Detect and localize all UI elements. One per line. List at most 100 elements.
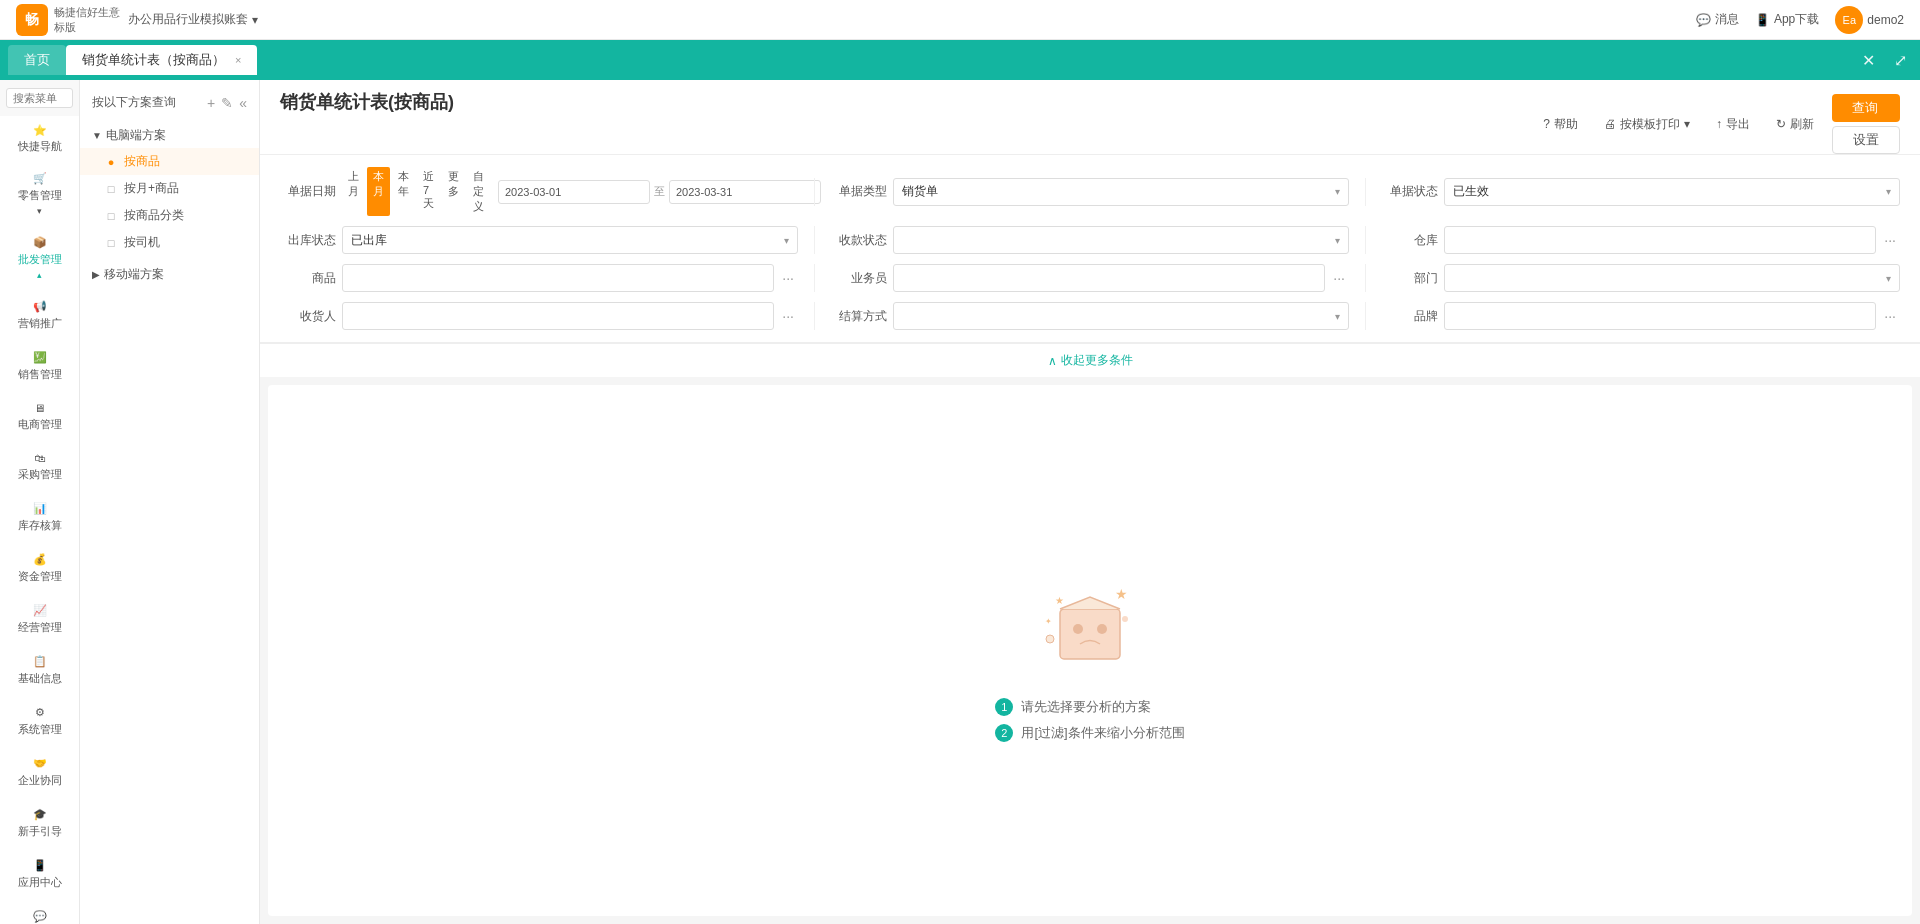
sidebar-item-marketing[interactable]: 📢 营销推广 xyxy=(0,290,79,341)
tab-actions: ✕ ⤢ xyxy=(1856,48,1912,72)
sidebar-item-wholesale[interactable]: 📦 批发管理 ▴ xyxy=(0,226,79,290)
scheme-item-by-month-goods[interactable]: □ 按月+商品 xyxy=(80,175,259,202)
sidebar-item-finance[interactable]: 💰 资金管理 xyxy=(0,543,79,594)
settlement-select[interactable]: ▾ xyxy=(893,302,1349,330)
date-from-input[interactable] xyxy=(498,180,650,204)
filter-divider xyxy=(814,226,815,254)
app-download-button[interactable]: 📱 App下载 xyxy=(1755,11,1819,28)
expand-arrow-icon: ▼ xyxy=(92,130,102,141)
brand-more-button[interactable]: ··· xyxy=(1880,308,1900,324)
scheme-icon: □ xyxy=(104,209,118,223)
download-icon: 📱 xyxy=(1755,13,1770,27)
date-tab-prev-month[interactable]: 上月 xyxy=(342,167,365,216)
active-scheme-icon: ● xyxy=(104,155,118,169)
receiver-filter-value: ··· xyxy=(342,302,798,330)
sidebar-item-enterprise-wechat[interactable]: 💬 企业微信 xyxy=(0,900,79,924)
tab-home[interactable]: 首页 xyxy=(8,45,66,75)
messages-button[interactable]: 💬 消息 xyxy=(1696,11,1739,28)
warehouse-filter-value: ··· xyxy=(1444,226,1900,254)
brand-input[interactable] xyxy=(1444,302,1876,330)
svg-rect-0 xyxy=(1060,609,1120,659)
sidebar-item-quick-nav[interactable]: ⭐ 快捷导航 xyxy=(0,116,79,162)
export-button[interactable]: ↑ 导出 xyxy=(1708,112,1758,137)
date-tab-current-year[interactable]: 本年 xyxy=(392,167,415,216)
filter-row-2: 出库状态 已出库 ▾ 收款状态 ▾ 仓库 xyxy=(280,226,1900,254)
collapse-panel-button[interactable]: « xyxy=(239,95,247,111)
topbar-right: 💬 消息 📱 App下载 Ea demo2 xyxy=(1696,6,1904,34)
payment-status-select[interactable]: ▾ xyxy=(893,226,1349,254)
goods-input[interactable] xyxy=(342,264,774,292)
sidebar-item-apps[interactable]: 📱 应用中心 xyxy=(0,849,79,900)
chevron-down-icon: ▾ xyxy=(37,206,42,216)
sidebar-item-operations[interactable]: 📈 经营管理 xyxy=(0,594,79,645)
workspace-selector[interactable]: 办公用品行业模拟账套 ▾ xyxy=(128,11,258,28)
doc-type-select[interactable]: 销货单 ▾ xyxy=(893,178,1349,206)
salesperson-more-button[interactable]: ··· xyxy=(1329,270,1349,286)
select-arrow-icon: ▾ xyxy=(1335,311,1340,322)
doc-status-select[interactable]: 已生效 ▾ xyxy=(1444,178,1900,206)
finance-icon: 💰 xyxy=(33,553,47,566)
sidebar-item-sales[interactable]: 💹 销售管理 xyxy=(0,341,79,392)
date-tab-more[interactable]: 更多 xyxy=(442,167,465,216)
date-tab-current-month[interactable]: 本月 xyxy=(367,167,390,216)
collapse-bar[interactable]: ∧ 收起更多条件 xyxy=(260,343,1920,377)
user-menu[interactable]: Ea demo2 xyxy=(1835,6,1904,34)
goods-more-button[interactable]: ··· xyxy=(778,270,798,286)
sidebar-item-purchase[interactable]: 🛍 采购管理 xyxy=(0,442,79,492)
filter-divider xyxy=(814,302,815,330)
sidebar-item-basic-info[interactable]: 📋 基础信息 xyxy=(0,645,79,696)
department-select[interactable]: ▾ xyxy=(1444,264,1900,292)
warehouse-status-select[interactable]: 已出库 ▾ xyxy=(342,226,798,254)
help-button[interactable]: ? 帮助 xyxy=(1535,112,1586,137)
filter-row-1: 单据日期 上月 本月 本年 近7天 更多 自定义 至 xyxy=(280,167,1900,216)
search-input[interactable] xyxy=(6,88,73,108)
empty-illustration: ★ ★ ✦ xyxy=(1030,559,1150,682)
date-tab-custom[interactable]: 自定义 xyxy=(467,167,490,216)
scheme-item-by-category[interactable]: □ 按商品分类 xyxy=(80,202,259,229)
sidebar-item-system[interactable]: ⚙ 系统管理 xyxy=(0,696,79,747)
receiver-input[interactable] xyxy=(342,302,774,330)
svg-text:✦: ✦ xyxy=(1045,617,1052,626)
salesperson-input[interactable] xyxy=(893,264,1325,292)
filter-row-3: 商品 ··· 业务员 ··· 部门 xyxy=(280,264,1900,292)
settings-button[interactable]: 设置 xyxy=(1832,126,1900,154)
tab-close-icon[interactable]: × xyxy=(235,54,241,66)
date-filter-value: 上月 本月 本年 近7天 更多 自定义 至 xyxy=(342,167,821,216)
inventory-icon: 📊 xyxy=(33,502,47,515)
query-button[interactable]: 查询 xyxy=(1832,94,1900,122)
template-print-button[interactable]: 🖨 按模板打印 ▾ xyxy=(1596,112,1698,137)
edit-scheme-button[interactable]: ✎ xyxy=(221,95,233,111)
window-maximize-button[interactable]: ⤢ xyxy=(1888,48,1912,72)
date-tab-7days[interactable]: 近7天 xyxy=(417,167,440,216)
sales-icon: 💹 xyxy=(33,351,47,364)
desktop-section-header[interactable]: ▼ 电脑端方案 xyxy=(80,123,259,148)
logo-icon: 畅 xyxy=(16,4,48,36)
left-panel-actions: + ✎ « xyxy=(207,95,247,111)
mobile-section-header[interactable]: ▶ 移动端方案 xyxy=(80,262,259,287)
date-to-input[interactable] xyxy=(669,180,821,204)
window-close-button[interactable]: ✕ xyxy=(1856,48,1880,72)
topbar: 畅 畅捷信好生意 标版 办公用品行业模拟账套 ▾ 💬 消息 📱 App下载 Ea… xyxy=(0,0,1920,40)
warehouse-more-button[interactable]: ··· xyxy=(1880,232,1900,248)
sidebar-item-retail[interactable]: 🛒 零售管理 ▾ xyxy=(0,162,79,226)
chevron-down-icon: ▾ xyxy=(252,13,258,27)
filter-area: 单据日期 上月 本月 本年 近7天 更多 自定义 至 xyxy=(260,155,1920,343)
add-scheme-button[interactable]: + xyxy=(207,95,215,111)
panel-section-mobile: ▶ 移动端方案 xyxy=(80,262,259,287)
svg-point-2 xyxy=(1097,624,1107,634)
select-arrow-icon: ▾ xyxy=(1886,186,1891,197)
salesperson-filter-value: ··· xyxy=(893,264,1349,292)
warehouse-input[interactable] xyxy=(1444,226,1876,254)
tab-sales-stats[interactable]: 销货单统计表（按商品） × xyxy=(66,45,257,75)
sidebar-item-ecommerce[interactable]: 🖥 电商管理 xyxy=(0,392,79,442)
refresh-button[interactable]: ↻ 刷新 xyxy=(1768,112,1822,137)
scheme-item-by-goods[interactable]: ● 按商品 xyxy=(80,148,259,175)
sidebar-item-guide[interactable]: 🎓 新手引导 xyxy=(0,798,79,849)
svg-text:★: ★ xyxy=(1055,595,1064,606)
filter-divider xyxy=(814,264,815,292)
sidebar-item-inventory[interactable]: 📊 库存核算 xyxy=(0,492,79,543)
scheme-item-by-driver[interactable]: □ 按司机 xyxy=(80,229,259,256)
svg-point-7 xyxy=(1046,635,1054,643)
receiver-more-button[interactable]: ··· xyxy=(778,308,798,324)
sidebar-item-collab[interactable]: 🤝 企业协同 xyxy=(0,747,79,798)
